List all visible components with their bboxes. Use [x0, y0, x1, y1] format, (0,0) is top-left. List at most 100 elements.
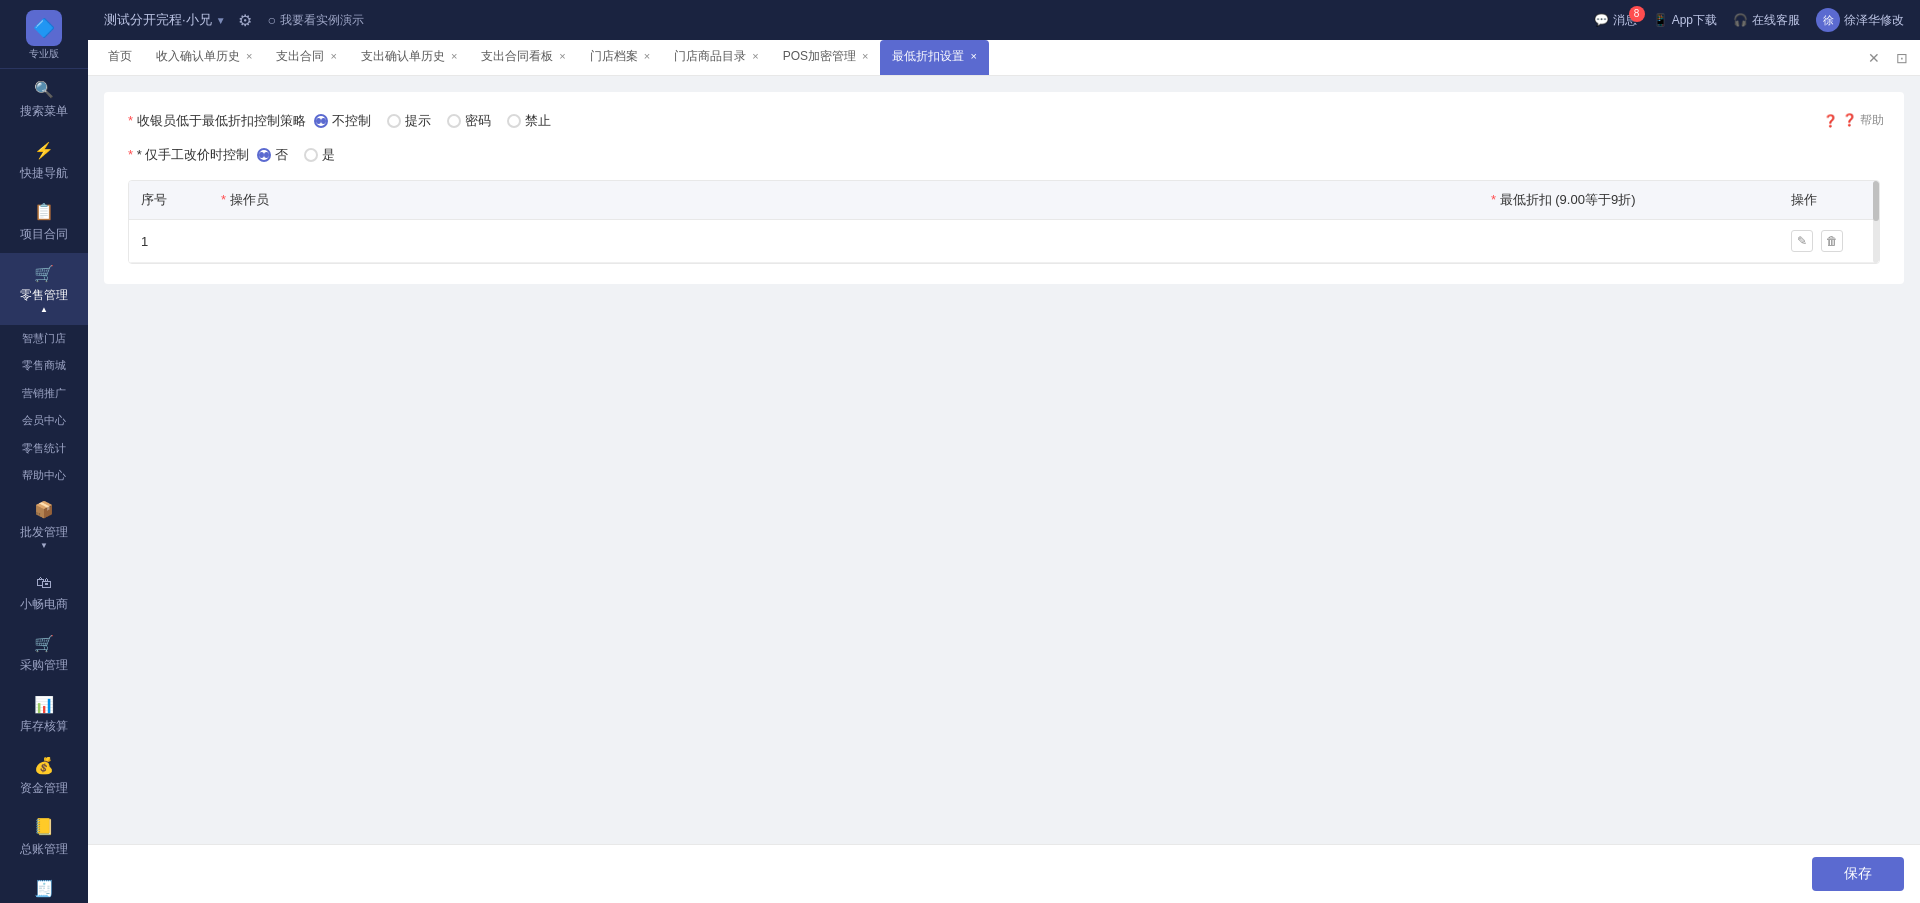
sidebar-item-wholesale-label: 批发管理 [20, 524, 68, 541]
sidebar-item-purchase[interactable]: 🛒 采购管理 [0, 623, 88, 684]
tab-payment-contract-close[interactable]: × [330, 51, 336, 62]
radio-forbid[interactable]: 禁止 [507, 112, 551, 130]
sidebar-item-accounting[interactable]: 📒 总账管理 [0, 806, 88, 867]
radio-forbid-label: 禁止 [525, 112, 551, 130]
sidebar-item-mall[interactable]: 零售商城 [0, 352, 88, 379]
radio-no-circle [257, 148, 271, 162]
tab-expand-btn[interactable]: ⊡ [1892, 48, 1912, 68]
topbar-message-btn[interactable]: 💬 消息 8 [1594, 12, 1637, 29]
search-icon: 🔍 [34, 79, 54, 101]
sidebar-item-search[interactable]: 🔍 搜索菜单 [0, 69, 88, 130]
table-body: 1 ✎ 🗑 [129, 220, 1879, 263]
settings-card: ❓ ❓ 帮助 收银员低于最低折扣控制策略 不控制 提示 [104, 92, 1904, 284]
tab-payment-contract[interactable]: 支出合同 × [264, 40, 348, 75]
sidebar-item-finance[interactable]: 💰 资金管理 [0, 745, 88, 806]
table-header: 序号 操作员 最低折扣 (9.00等于9折) 操作 [129, 181, 1879, 220]
tab-close-btn[interactable]: ✕ [1864, 48, 1884, 68]
topbar-right: 💬 消息 8 📱 App下载 🎧 在线客服 徐 徐泽华修改 [1594, 8, 1904, 32]
purchase-icon: 🛒 [34, 633, 54, 655]
sidebar-item-member[interactable]: 会员中心 [0, 407, 88, 434]
sidebar-item-help[interactable]: 帮助中心 [0, 462, 88, 489]
tab-store-archive-close[interactable]: × [644, 51, 650, 62]
topbar-user-name: 徐泽华修改 [1844, 12, 1904, 29]
tab-store-archive[interactable]: 门店档案 × [578, 40, 662, 75]
message-badge: 8 [1629, 6, 1645, 22]
save-button[interactable]: 保存 [1812, 857, 1904, 891]
manual-price-label: * 仅手工改价时控制 [128, 146, 249, 164]
topbar-customer-service-btn[interactable]: 🎧 在线客服 [1733, 12, 1800, 29]
radio-yes[interactable]: 是 [304, 146, 335, 164]
sidebar-item-smart-store[interactable]: 智慧门店 [0, 325, 88, 352]
sidebar-item-stats[interactable]: 零售统计 [0, 435, 88, 462]
tab-pos-password[interactable]: POS加密管理 × [771, 40, 881, 75]
radio-no-label: 否 [275, 146, 288, 164]
topbar-demo-btn[interactable]: ○ 我要看实例演示 [268, 12, 364, 29]
delete-btn[interactable]: 🗑 [1821, 230, 1843, 252]
help-btn[interactable]: ❓ ❓ 帮助 [1823, 112, 1884, 129]
sidebar-item-project[interactable]: 📋 项目合同 [0, 191, 88, 252]
table-scrollbar[interactable] [1873, 181, 1879, 263]
retail-expand-arrow: ▲ [40, 304, 48, 315]
discount-policy-label: 收银员低于最低折扣控制策略 [128, 112, 306, 130]
radio-password-label: 密码 [465, 112, 491, 130]
tab-income-confirm[interactable]: 收入确认单历史 × [144, 40, 264, 75]
app-logo-icon: 🔷 [26, 10, 62, 46]
col-operator: 操作员 [209, 181, 1479, 219]
radio-no-control-label: 不控制 [332, 112, 371, 130]
sidebar-item-purchase-label: 采购管理 [20, 657, 68, 674]
tab-store-product-close[interactable]: × [752, 51, 758, 62]
tab-pos-password-close[interactable]: × [862, 51, 868, 62]
message-icon: 💬 [1594, 13, 1609, 27]
project-icon: 📋 [34, 201, 54, 223]
topbar-project-name: 测试分开完程·小兄 [104, 11, 212, 29]
content-area: ❓ ❓ 帮助 收银员低于最低折扣控制策略 不控制 提示 [88, 76, 1920, 844]
tab-income-confirm-close[interactable]: × [246, 51, 252, 62]
sidebar-item-ecom[interactable]: 🛍 小畅电商 [0, 562, 88, 623]
topbar-demo-text: 我要看实例演示 [280, 12, 364, 29]
sidebar-item-invoice[interactable]: 🧾 发票管理 [0, 868, 88, 903]
finance-icon: 💰 [34, 755, 54, 777]
tab-payment-confirm-close[interactable]: × [451, 51, 457, 62]
user-avatar: 徐 [1816, 8, 1840, 32]
radio-hint[interactable]: 提示 [387, 112, 431, 130]
tab-payment-confirm[interactable]: 支出确认单历史 × [349, 40, 469, 75]
tab-min-discount-label: 最低折扣设置 [892, 48, 964, 65]
retail-icon: 🛒 [34, 263, 54, 285]
wholesale-collapse-arrow: ▼ [40, 540, 48, 551]
sidebar-item-inventory[interactable]: 📊 库存核算 [0, 684, 88, 745]
discount-policy-options: 不控制 提示 密码 禁止 [314, 112, 551, 130]
topbar-app-download-btn[interactable]: 📱 App下载 [1653, 12, 1717, 29]
sidebar-item-retail[interactable]: 🛒 零售管理 ▲ [0, 253, 88, 325]
tab-home[interactable]: 首页 [96, 40, 144, 75]
sidebar-item-nav[interactable]: ⚡ 快捷导航 [0, 130, 88, 191]
radio-forbid-circle [507, 114, 521, 128]
topbar-user-btn[interactable]: 徐 徐泽华修改 [1816, 8, 1904, 32]
edit-btn[interactable]: ✎ [1791, 230, 1813, 252]
sidebar-item-marketing[interactable]: 营销推广 [0, 380, 88, 407]
tabbar: 首页 收入确认单历史 × 支出合同 × 支出确认单历史 × 支出合同看板 × 门… [88, 40, 1920, 76]
main-area: 测试分开完程·小兄 ▼ ⚙ ○ 我要看实例演示 💬 消息 8 📱 App下载 🎧… [88, 0, 1920, 903]
help-label: ❓ 帮助 [1842, 112, 1884, 129]
discount-policy-row: 收银员低于最低折扣控制策略 不控制 提示 密码 [128, 112, 1880, 130]
cell-operator [209, 220, 1479, 262]
topbar-project[interactable]: 测试分开完程·小兄 ▼ [104, 11, 226, 29]
sidebar-item-wholesale[interactable]: 📦 批发管理 ▼ [0, 489, 88, 561]
tab-store-product[interactable]: 门店商品目录 × [662, 40, 770, 75]
demo-icon: ○ [268, 12, 276, 28]
sidebar-item-project-label: 项目合同 [20, 226, 68, 243]
tab-min-discount-close[interactable]: × [970, 51, 976, 62]
topbar-settings-btn[interactable]: ⚙ [238, 11, 252, 30]
customer-service-icon: 🎧 [1733, 13, 1748, 27]
col-actions: 操作 [1779, 181, 1879, 219]
radio-no-control[interactable]: 不控制 [314, 112, 371, 130]
radio-yes-circle [304, 148, 318, 162]
tab-payment-confirm-label: 支出确认单历史 [361, 48, 445, 65]
table-row: 1 ✎ 🗑 [129, 220, 1879, 263]
tab-payment-contract-label: 支出合同 [276, 48, 324, 65]
tab-payment-contract-board-label: 支出合同看板 [481, 48, 553, 65]
tab-payment-contract-board[interactable]: 支出合同看板 × [469, 40, 577, 75]
tab-min-discount[interactable]: 最低折扣设置 × [880, 40, 988, 75]
tab-payment-contract-board-close[interactable]: × [559, 51, 565, 62]
radio-password[interactable]: 密码 [447, 112, 491, 130]
radio-no[interactable]: 否 [257, 146, 288, 164]
